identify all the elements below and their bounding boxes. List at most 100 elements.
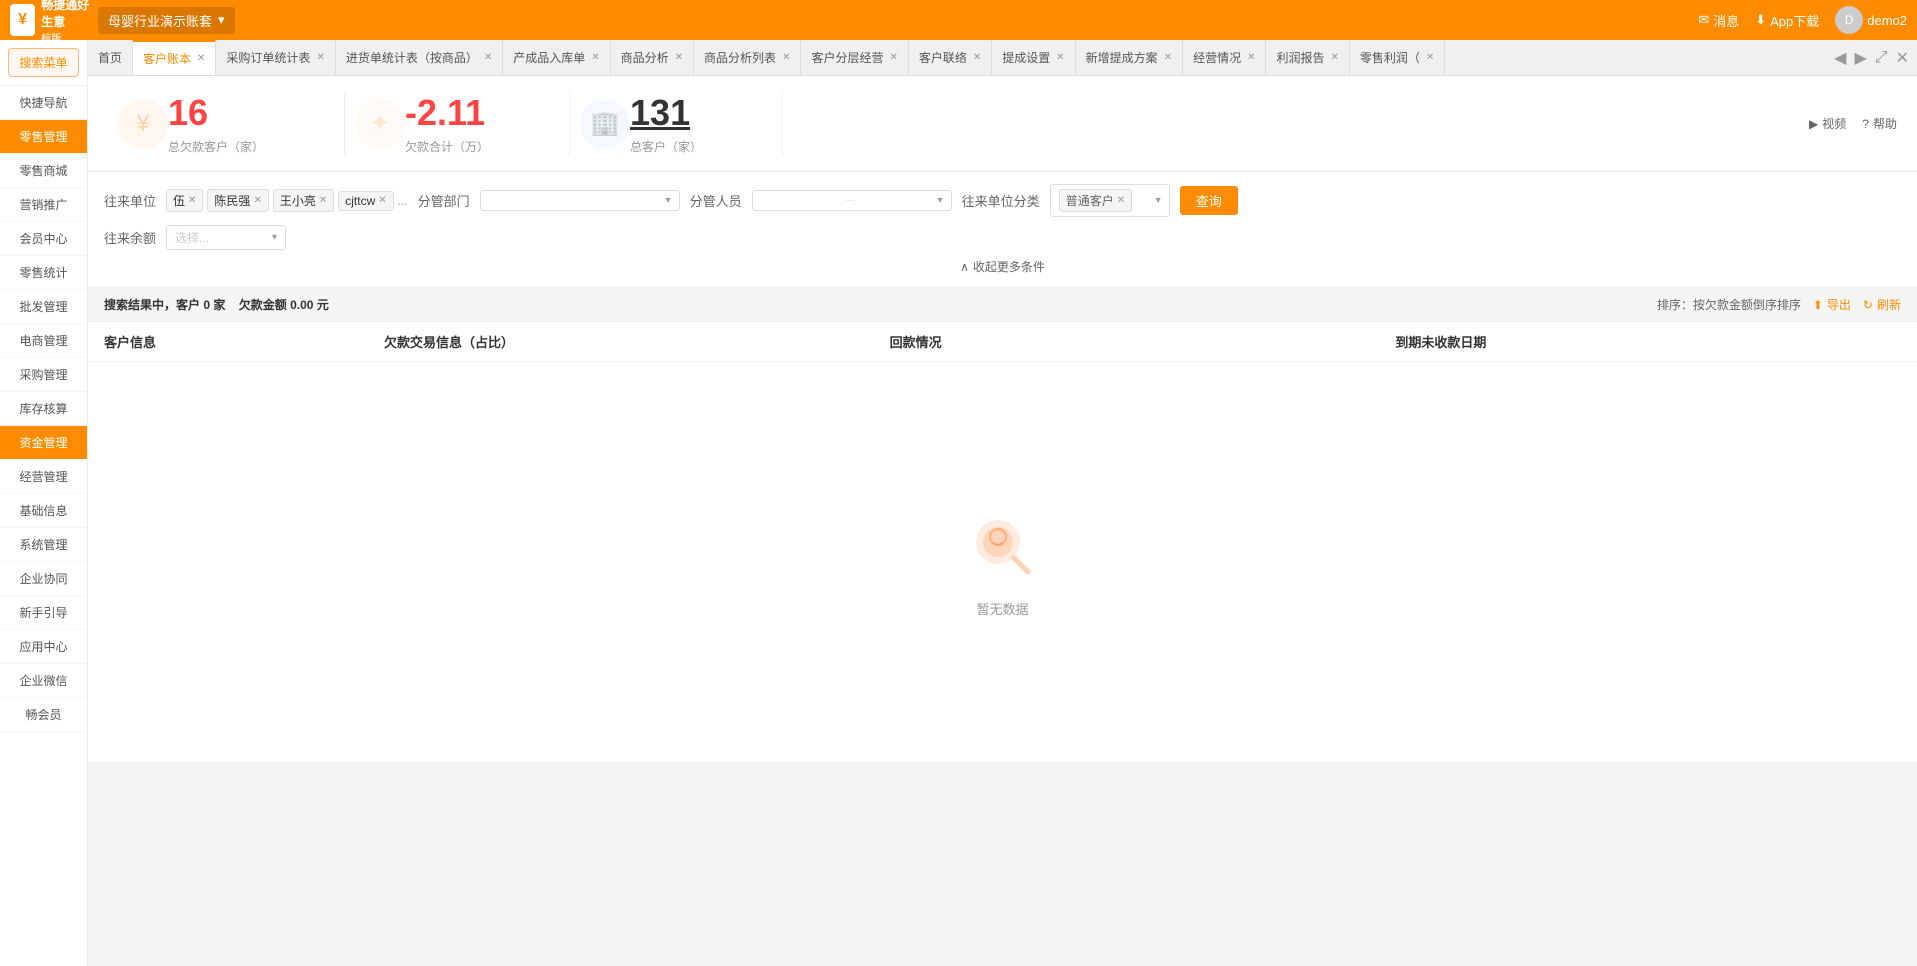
filter-tag-wang: 王小亮 ✕ [273, 189, 334, 212]
filter-remain-select[interactable]: 选择... ▾ [166, 225, 286, 250]
stat-icon-2: ✦ [355, 99, 405, 149]
filter-person-select[interactable]: ··· ▾ [752, 190, 952, 211]
stat-value-2: -2.11 [405, 92, 489, 134]
refresh-icon: ↻ [1863, 298, 1873, 312]
tab-close-inbound[interactable]: ✕ [484, 52, 492, 63]
sidebar-item-retail-mall[interactable]: 零售商城 [0, 154, 87, 188]
sidebar-item-purchase[interactable]: 采购管理 [0, 358, 87, 392]
empty-icon [963, 507, 1043, 587]
chevron-down-icon-category: ▾ [1156, 195, 1161, 206]
sidebar-item-marketing[interactable]: 营销推广 [0, 188, 87, 222]
tab-commission-settings[interactable]: 提成设置 ✕ [992, 40, 1075, 76]
tab-close-profit[interactable]: ✕ [1331, 52, 1339, 63]
results-info: 搜索结果中，客户 0 家 欠款金额 0.00 元 [104, 296, 329, 313]
col-debt-info: 欠款交易信息（占比） [384, 332, 890, 351]
chevron-down-icon-remain: ▾ [272, 232, 277, 243]
tab-close-product-analysis[interactable]: ✕ [675, 52, 683, 63]
tab-close-contact[interactable]: ✕ [973, 52, 981, 63]
sidebar-item-newbie[interactable]: 新手引导 [0, 596, 87, 630]
sidebar-item-apps[interactable]: 应用中心 [0, 630, 87, 664]
filter-tag-wang-close[interactable]: ✕ [319, 195, 327, 206]
sidebar-item-inventory[interactable]: 库存核算 [0, 392, 87, 426]
tab-product-inbound[interactable]: 产成品入库单 ✕ [503, 40, 610, 76]
store-name: 母婴行业演示账套 [108, 11, 212, 30]
sidebar-item-ecommerce[interactable]: 电商管理 [0, 324, 87, 358]
filter-area: 往来单位 伍 ✕ 陈民强 ✕ 王小亮 [88, 172, 1917, 288]
sidebar-item-quick-nav[interactable]: 快捷导航 [0, 86, 87, 120]
tab-close-commission[interactable]: ✕ [1056, 52, 1064, 63]
sidebar-item-wholesale[interactable]: 批发管理 [0, 290, 87, 324]
tab-close-tier[interactable]: ✕ [889, 52, 897, 63]
filter-tag-cjttcw-close[interactable]: ✕ [378, 195, 386, 206]
content-area: 首页 客户账本 ✕ 采购订单统计表 ✕ 进货单统计表（按商品） ✕ 产成品入库单… [88, 40, 1917, 966]
tab-expand-icon[interactable]: ⤢ [1875, 49, 1888, 67]
tab-close-all-icon[interactable]: ✕ [1896, 48, 1909, 68]
download-icon: ⬇ [1755, 12, 1766, 28]
sidebar-item-system[interactable]: 系统管理 [0, 528, 87, 562]
filter-category-select[interactable]: 普通客户 ✕ ▾ [1050, 184, 1170, 217]
collapse-button[interactable]: ∧ 收起更多条件 [104, 258, 1901, 275]
export-icon: ⬆ [1813, 298, 1823, 312]
results-bar: 搜索结果中，客户 0 家 欠款金额 0.00 元 排序：按欠款金额倒序排序 ⬆ … [88, 288, 1917, 322]
logo-icon: ¥ [10, 4, 35, 36]
tab-close-customer-ledger[interactable]: ✕ [197, 53, 205, 64]
export-button[interactable]: ⬆ 导出 [1813, 296, 1851, 313]
message-button[interactable]: ✉ 消息 [1698, 11, 1739, 30]
video-button[interactable]: ▶ 视频 [1809, 115, 1846, 132]
tab-new-commission[interactable]: 新增提成方案 ✕ [1076, 40, 1183, 76]
query-button[interactable]: 查询 [1180, 186, 1238, 215]
logo-text: 畅捷通好生意 [41, 0, 98, 30]
tab-customer-tier[interactable]: 客户分层经营 ✕ [801, 40, 908, 76]
search-menu-button[interactable]: 搜索菜单 [8, 48, 79, 77]
sidebar-item-finance[interactable]: 资金管理 [0, 426, 87, 460]
tab-customer-ledger[interactable]: 客户账本 ✕ [133, 40, 216, 76]
sidebar-item-wechat[interactable]: 企业微信 [0, 664, 87, 698]
filter-unit-label: 往来单位 [104, 191, 156, 210]
tab-close-new-commission[interactable]: ✕ [1164, 52, 1172, 63]
sidebar-item-basic[interactable]: 基础信息 [0, 494, 87, 528]
refresh-button[interactable]: ↻ 刷新 [1863, 296, 1901, 313]
tab-home[interactable]: 首页 [88, 40, 133, 76]
avatar: D [1835, 6, 1863, 34]
sidebar-item-member2[interactable]: 畅会员 [0, 698, 87, 732]
stat-actions: ▶ 视频 ? 帮助 [1809, 115, 1897, 132]
filter-tag-wu-close[interactable]: ✕ [188, 195, 196, 206]
tab-purchase-stats[interactable]: 采购订单统计表 ✕ [216, 40, 335, 76]
tab-inbound-stats[interactable]: 进货单统计表（按商品） ✕ [336, 40, 503, 76]
filter-dept-select[interactable]: ▾ [480, 190, 680, 211]
sidebar-item-operation[interactable]: 经营管理 [0, 460, 87, 494]
tab-product-analysis[interactable]: 商品分析 ✕ [611, 40, 694, 76]
tab-product-analysis-list[interactable]: 商品分析列表 ✕ [694, 40, 801, 76]
filter-tag-normal-close[interactable]: ✕ [1117, 195, 1125, 206]
tab-close-operation[interactable]: ✕ [1247, 52, 1255, 63]
separator-icon: ··· [844, 195, 854, 206]
stat-value-1: 16 [168, 92, 264, 134]
tab-operation-status[interactable]: 经营情况 ✕ [1183, 40, 1266, 76]
top-bar-actions: ✉ 消息 ⬇ App下载 D demo2 [1698, 6, 1907, 34]
user-menu[interactable]: D demo2 [1835, 6, 1907, 34]
sidebar-item-member[interactable]: 会员中心 [0, 222, 87, 256]
tab-next-icon[interactable]: ▶ [1854, 48, 1866, 68]
tab-retail-profit[interactable]: 零售利润（ ✕ [1350, 40, 1445, 76]
tab-close-product-list[interactable]: ✕ [782, 52, 790, 63]
help-button[interactable]: ? 帮助 [1862, 115, 1897, 132]
stat-icon-3: 🏢 [580, 99, 630, 149]
store-selector[interactable]: 母婴行业演示账套 ▾ [98, 7, 235, 34]
sidebar-item-retail[interactable]: 零售管理 [0, 120, 87, 154]
tab-profit-report[interactable]: 利润报告 ✕ [1266, 40, 1349, 76]
tab-close-retail-profit[interactable]: ✕ [1426, 52, 1434, 63]
tab-close-product[interactable]: ✕ [591, 52, 599, 63]
sort-label[interactable]: 排序：按欠款金额倒序排序 [1657, 296, 1801, 313]
tab-close-purchase[interactable]: ✕ [316, 52, 324, 63]
app-download-button[interactable]: ⬇ App下载 [1755, 11, 1819, 30]
filter-row-2: 往来余额 选择... ▾ [104, 225, 1901, 250]
tab-prev-icon[interactable]: ◀ [1834, 48, 1846, 68]
filter-more-tags[interactable]: ... [398, 194, 408, 208]
sidebar-item-cooperation[interactable]: 企业协同 [0, 562, 87, 596]
sidebar-item-retail-stats[interactable]: 零售统计 [0, 256, 87, 290]
top-bar: ¥ 畅捷通好生意 标版 母婴行业演示账套 ▾ ✉ 消息 ⬇ App下载 D [0, 0, 1917, 40]
tab-customer-contact[interactable]: 客户联络 ✕ [909, 40, 992, 76]
results-actions: 排序：按欠款金额倒序排序 ⬆ 导出 ↻ 刷新 [1657, 296, 1901, 313]
filter-tag-chen-close[interactable]: ✕ [253, 195, 261, 206]
chevron-down-icon-dept: ▾ [666, 195, 671, 206]
